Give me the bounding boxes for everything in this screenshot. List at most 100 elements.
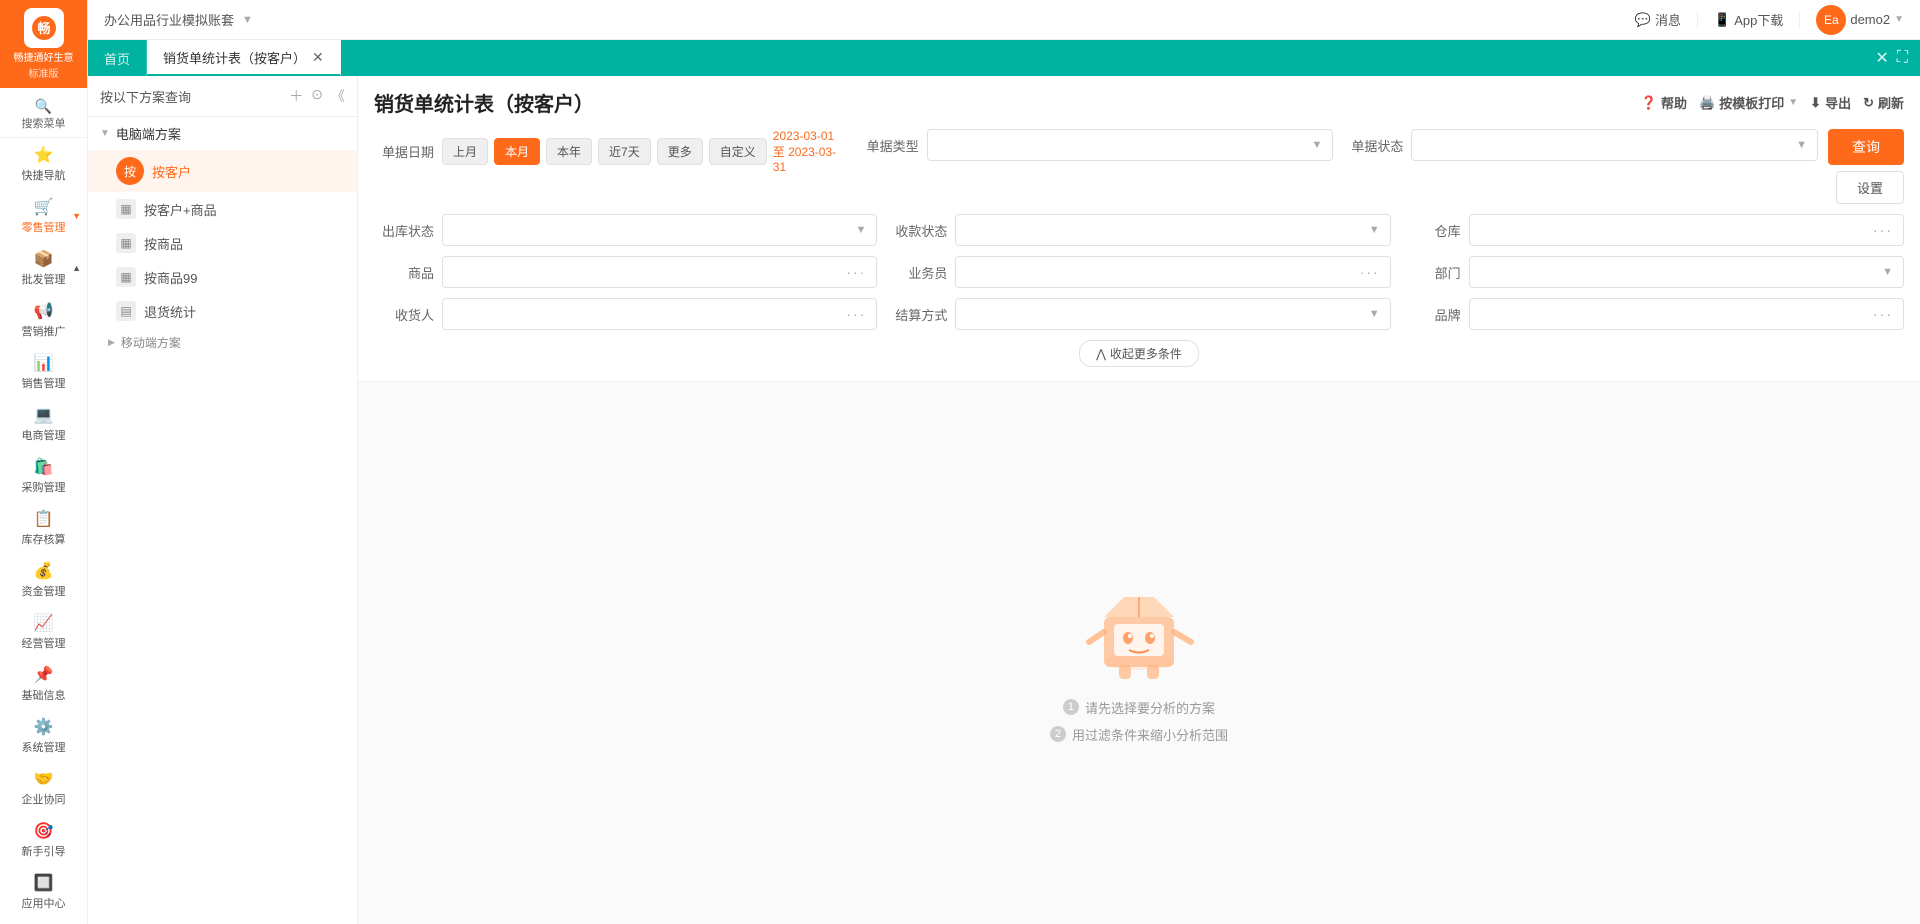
tab-expand-icon[interactable]: ⛶	[1897, 49, 1908, 67]
goods-cell: 商品 ···	[374, 256, 877, 288]
help-btn[interactable]: ❓ 帮助	[1641, 93, 1687, 112]
sidebar-item-shortcuts[interactable]: ⭐ 快捷导航	[0, 138, 87, 190]
consignee-field[interactable]: ···	[442, 298, 877, 330]
sidebar-item-finance[interactable]: 💰 资金管理	[0, 554, 87, 606]
sidebar-item-marketing[interactable]: 📢 营销推广	[0, 294, 87, 346]
mobile-icon: 📱	[1714, 12, 1730, 28]
sidebar-item-ecommerce[interactable]: 💻 电商管理	[0, 398, 87, 450]
user-dropdown-icon: ▼	[1894, 14, 1904, 25]
refresh-btn[interactable]: ↻ 刷新	[1863, 93, 1904, 112]
messages-btn[interactable]: 💬 消息	[1635, 10, 1681, 29]
sidebar-item-wholesale[interactable]: 📦 批发管理 ▲	[0, 242, 87, 294]
scheme-item-by-goods[interactable]: ▦ 按商品	[88, 226, 357, 260]
date-btn-7days[interactable]: 近7天	[598, 138, 651, 165]
warehouse-cell: 仓库 ···	[1401, 214, 1904, 246]
date-btn-last-month[interactable]: 上月	[442, 138, 488, 165]
wholesale-expand-arrow: ▲	[72, 263, 81, 273]
brand-field[interactable]: ···	[1469, 298, 1904, 330]
sales-stat-tab-label: 销货单统计表（按客户）	[163, 48, 306, 67]
filter-area: 销货单统计表（按客户） ❓ 帮助 🖨️ 按模板打印 ▼ ⬇	[358, 76, 1920, 382]
collapse-panel-icon[interactable]: 《	[331, 86, 345, 106]
sidebar-item-inventory[interactable]: 📋 库存核算	[0, 502, 87, 554]
tab-spacer	[341, 40, 1864, 76]
help-icon: ❓	[1641, 95, 1657, 111]
doc-type-field[interactable]: ▼	[927, 129, 1334, 161]
consignee-cell: 收货人 ···	[374, 298, 877, 330]
department-field[interactable]: ▼	[1469, 256, 1904, 288]
sidebar-item-enterprise[interactable]: 🤝 企业协同	[0, 762, 87, 814]
consignee-label: 收货人	[374, 305, 434, 324]
help-label: 帮助	[1661, 93, 1687, 112]
pc-group-arrow: ▼	[100, 128, 110, 139]
scheme-item-by-goods-99[interactable]: ▦ 按商品99	[88, 260, 357, 294]
system-icon: ⚙️	[34, 717, 54, 737]
query-button[interactable]: 查询	[1828, 129, 1904, 165]
out-status-label: 出库状态	[374, 221, 434, 240]
out-status-field[interactable]: ▼	[442, 214, 877, 246]
tab-sales-stat[interactable]: 销货单统计表（按客户） ✕	[147, 40, 341, 76]
sidebar-search[interactable]: 🔍 搜索菜单	[0, 88, 87, 138]
sidebar-item-system[interactable]: ⚙️ 系统管理	[0, 710, 87, 762]
template-print-label: 按模板打印	[1719, 93, 1784, 112]
empty-state: 1 请先选择要分析的方案 2 用过滤条件来缩小分析范围	[358, 382, 1920, 924]
header-left: 办公用品行业模拟账套 ▼	[104, 10, 253, 29]
date-btn-custom[interactable]: 自定义	[709, 138, 767, 165]
tab-home[interactable]: 首页	[88, 40, 147, 76]
export-btn[interactable]: ⬇ 导出	[1810, 93, 1851, 112]
settlement-arrow-icon: ▼	[1369, 308, 1380, 320]
sidebar-item-purchase[interactable]: 🛍️ 采购管理	[0, 450, 87, 502]
settings-button[interactable]: 设置	[1836, 171, 1904, 204]
goods-field[interactable]: ···	[442, 256, 877, 288]
app-download-btn[interactable]: 📱 App下载	[1714, 10, 1783, 29]
doc-status-field[interactable]: ▼	[1411, 129, 1818, 161]
sidebar-item-sales[interactable]: 📊 销售管理	[0, 346, 87, 398]
main-area: 办公用品行业模拟账套 ▼ 💬 消息 📱 App下载 Ea demo2 ▼	[88, 0, 1920, 924]
app-logo: 畅 畅捷通好生意 标准版	[0, 0, 87, 88]
sidebar-item-corpwechat[interactable]: 💬 企业微信	[0, 918, 87, 924]
scheme-item-return-stat[interactable]: ▤ 退货统计	[88, 294, 357, 328]
sidebar: 畅 畅捷通好生意 标准版 🔍 搜索菜单 ⭐ 快捷导航 🛒 零售管理 ▼ 📦 批发…	[0, 0, 88, 924]
inventory-icon: 📋	[34, 509, 54, 529]
user-menu-btn[interactable]: Ea demo2 ▼	[1816, 5, 1904, 35]
tab-minimize-icon[interactable]: ✕	[1875, 48, 1888, 68]
template-print-btn[interactable]: 🖨️ 按模板打印 ▼	[1699, 93, 1798, 112]
operation-icon: 📈	[34, 613, 54, 633]
tab-bar: 首页 销货单统计表（按客户） ✕ ✕ ⛶	[88, 40, 1920, 76]
scheme-item-by-customer[interactable]: 按 按客户	[88, 150, 357, 192]
date-btn-more[interactable]: 更多	[657, 138, 703, 165]
refresh-icon: ↻	[1863, 95, 1874, 111]
salesperson-field[interactable]: ···	[955, 256, 1390, 288]
retail-expand-arrow: ▼	[72, 211, 81, 221]
finance-icon: 💰	[34, 561, 54, 581]
sidebar-item-appcenter[interactable]: 🔲 应用中心	[0, 866, 87, 918]
sidebar-item-operation[interactable]: 📈 经营管理	[0, 606, 87, 658]
by-goods-label: 按商品	[144, 234, 183, 253]
collapse-btn[interactable]: ⋀ 收起更多条件	[1079, 340, 1199, 367]
appcenter-icon: 🔲	[34, 873, 54, 893]
date-btn-this-year[interactable]: 本年	[546, 138, 592, 165]
basic-icon: 📌	[34, 665, 54, 685]
date-btn-this-month[interactable]: 本月	[494, 138, 540, 165]
tab-close-icon[interactable]: ✕	[312, 50, 324, 64]
search-label: 搜索菜单	[6, 115, 81, 131]
enterprise-icon: 🤝	[34, 769, 54, 789]
collect-status-field[interactable]: ▼	[955, 214, 1390, 246]
add-scheme-icon[interactable]: ＋	[289, 86, 303, 106]
pc-scheme-group-header[interactable]: ▼ 电脑端方案	[88, 117, 357, 150]
sidebar-item-retail[interactable]: 🛒 零售管理 ▼	[0, 190, 87, 242]
warehouse-field[interactable]: ···	[1469, 214, 1904, 246]
mobile-scheme-group-header[interactable]: ▶ 移动端方案	[88, 328, 357, 357]
sidebar-item-newbie[interactable]: 🎯 新手引导	[0, 814, 87, 866]
goods-dots-icon: ···	[846, 264, 866, 280]
salesperson-cell: 业务员 ···	[887, 256, 1390, 288]
logo-text: 畅捷通好生意	[14, 52, 74, 65]
settlement-field[interactable]: ▼	[955, 298, 1390, 330]
salesperson-dots-icon: ···	[1360, 264, 1380, 280]
empty-tip2: 2 用过滤条件来缩小分析范围	[1050, 725, 1228, 744]
mobile-group-arrow: ▶	[108, 337, 115, 348]
scheme-item-by-customer-goods[interactable]: ▦ 按客户+商品	[88, 192, 357, 226]
left-panel-icons: ＋ ⊙ 《	[289, 86, 345, 106]
settings-scheme-icon[interactable]: ⊙	[311, 86, 323, 106]
sidebar-item-basic[interactable]: 📌 基础信息	[0, 658, 87, 710]
department-arrow-icon: ▼	[1882, 266, 1893, 278]
